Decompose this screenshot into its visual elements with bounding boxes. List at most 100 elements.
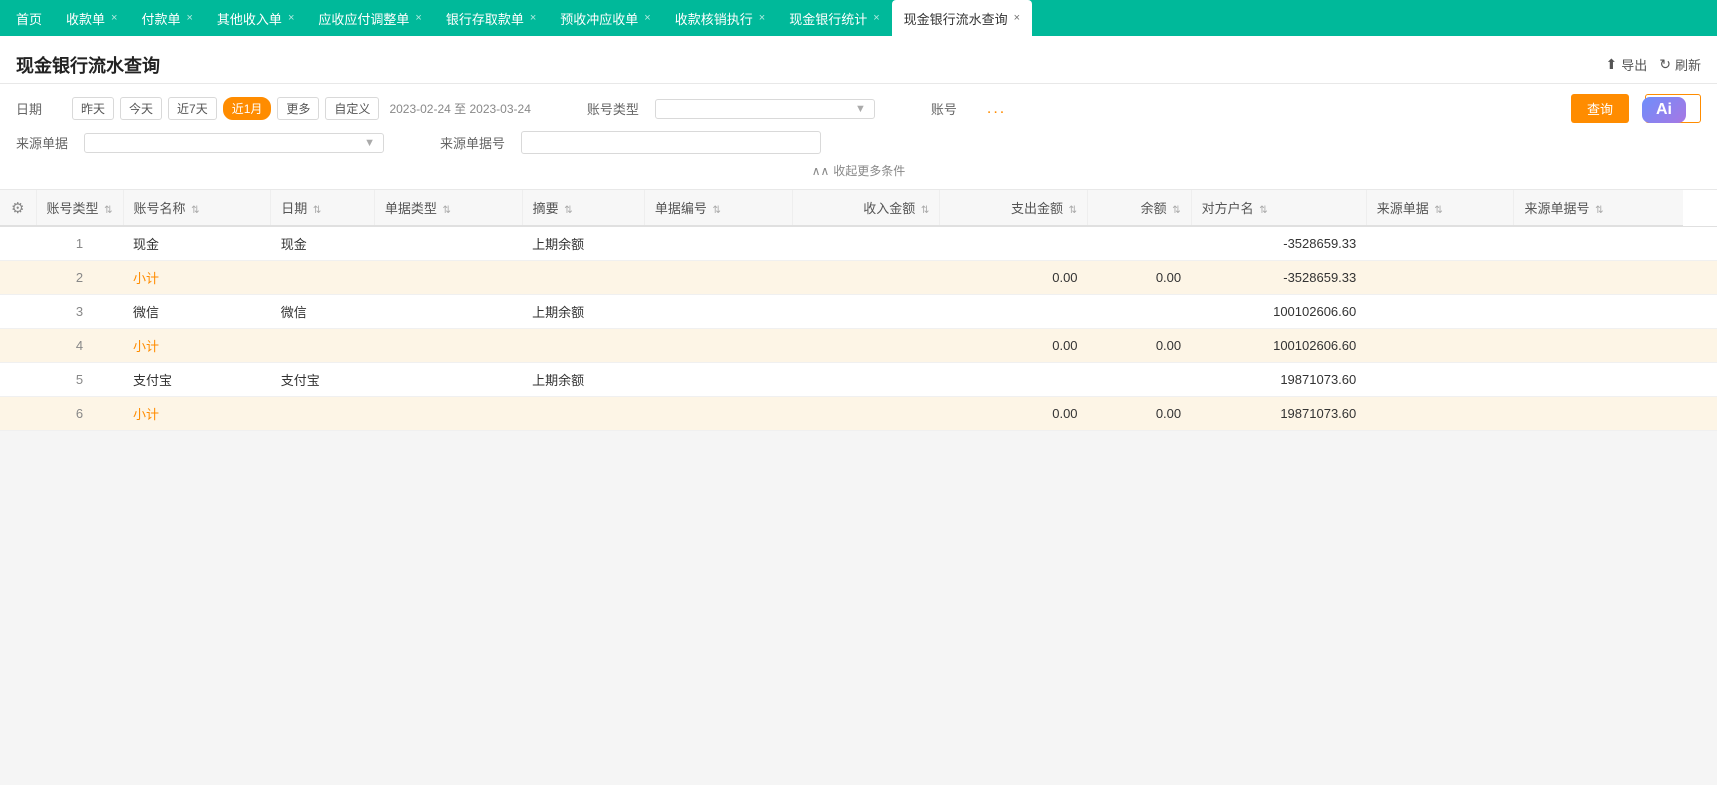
collapse-bar[interactable]: ∧∧ 收起更多条件 <box>16 162 1701 179</box>
row-counterpart <box>1366 261 1514 295</box>
row-account-name: 支付宝 <box>271 363 375 397</box>
row-account-type: 小计 <box>123 329 271 363</box>
nav-home[interactable]: 首页 <box>4 9 54 28</box>
export-button[interactable]: ⬆ 导出 <box>1606 55 1648 74</box>
row-source-doc <box>1514 363 1683 397</box>
date-btn-custom[interactable]: 自定义 <box>325 97 379 120</box>
row-source-doc-no <box>1683 261 1717 295</box>
th-doc-type[interactable]: 单据类型 ⇅ <box>374 190 522 226</box>
row-summary <box>644 295 792 329</box>
row-balance: 100102606.60 <box>1191 295 1366 329</box>
row-source-doc-no <box>1683 329 1717 363</box>
row-doc-type: 上期余额 <box>522 226 644 261</box>
row-summary <box>644 363 792 397</box>
nav-tab-4[interactable]: 银行存取款单 × <box>434 0 548 36</box>
th-counterpart[interactable]: 对方户名 ⇅ <box>1191 190 1366 226</box>
row-account-name <box>271 397 375 431</box>
nav-tab-3[interactable]: 应收应付调整单 × <box>306 0 433 36</box>
date-btn-today[interactable]: 今天 <box>120 97 162 120</box>
row-summary <box>644 329 792 363</box>
row-income: 0.00 <box>940 329 1088 363</box>
row-balance: 19871073.60 <box>1191 397 1366 431</box>
row-doc-no <box>792 363 940 397</box>
close-icon-6[interactable]: × <box>759 12 765 24</box>
ai-badge[interactable]: Ai <box>1642 97 1686 123</box>
table-row: 2小计0.000.00-3528659.33 <box>0 261 1717 295</box>
date-btn-7days[interactable]: 近7天 <box>168 97 217 120</box>
row-counterpart <box>1366 329 1514 363</box>
query-button[interactable]: 查询 <box>1571 94 1629 123</box>
close-icon-3[interactable]: × <box>415 12 421 24</box>
sort-icon-9: ⇅ <box>1172 205 1180 216</box>
close-icon-7[interactable]: × <box>873 12 879 24</box>
row-balance: -3528659.33 <box>1191 261 1366 295</box>
row-source-doc <box>1514 397 1683 431</box>
row-summary <box>644 397 792 431</box>
sort-icon-11: ⇅ <box>1434 205 1442 216</box>
row-gear-cell <box>0 363 36 397</box>
chevron-down-icon-2: ▼ <box>364 137 375 149</box>
row-source-doc-no <box>1683 397 1717 431</box>
nav-tab-8[interactable]: 现金银行流水查询 × <box>892 0 1032 36</box>
nav-tab-1[interactable]: 付款单 × <box>129 0 204 36</box>
nav-tab-6[interactable]: 收款核销执行 × <box>663 0 777 36</box>
row-doc-no <box>792 295 940 329</box>
date-btn-1month[interactable]: 近1月 <box>223 97 272 120</box>
table-row: 6小计0.000.0019871073.60 <box>0 397 1717 431</box>
row-doc-type <box>522 397 644 431</box>
table-container: ⚙ 账号类型 ⇅ 账号名称 ⇅ 日期 ⇅ 单据类型 ⇅ <box>0 190 1717 431</box>
sort-icon-8: ⇅ <box>1069 205 1077 216</box>
sort-icon-6: ⇅ <box>712 205 720 216</box>
close-icon-1[interactable]: × <box>186 12 192 24</box>
row-doc-no <box>792 226 940 261</box>
date-btn-more[interactable]: 更多 <box>277 97 319 120</box>
sort-icon-2: ⇅ <box>191 205 199 216</box>
row-summary <box>644 261 792 295</box>
close-icon-5[interactable]: × <box>644 12 650 24</box>
close-icon-0[interactable]: × <box>111 12 117 24</box>
nav-tab-5[interactable]: 预收冲应收单 × <box>548 0 662 36</box>
gear-icon[interactable]: ⚙ <box>11 200 24 217</box>
th-summary[interactable]: 摘要 ⇅ <box>522 190 644 226</box>
row-gear-cell <box>0 397 36 431</box>
source-doc-num-input[interactable] <box>521 131 821 154</box>
th-date[interactable]: 日期 ⇅ <box>271 190 375 226</box>
th-expense[interactable]: 支出金额 ⇅ <box>940 190 1088 226</box>
table-body: 1现金现金上期余额-3528659.332小计0.000.00-3528659.… <box>0 226 1717 431</box>
refresh-button[interactable]: ↻ 刷新 <box>1659 55 1701 74</box>
th-account-name[interactable]: 账号名称 ⇅ <box>123 190 271 226</box>
filter-row-1: 日期 昨天 今天 近7天 近1月 更多 自定义 2023-02-24 至 202… <box>16 94 1701 123</box>
th-source-doc-no[interactable]: 来源单据号 ⇅ <box>1514 190 1683 226</box>
th-account-type[interactable]: 账号类型 ⇅ <box>36 190 123 226</box>
th-settings: ⚙ <box>0 190 36 226</box>
th-income[interactable]: 收入金额 ⇅ <box>792 190 940 226</box>
th-source-doc[interactable]: 来源单据 ⇅ <box>1366 190 1514 226</box>
row-balance: 19871073.60 <box>1191 363 1366 397</box>
account-dots-button[interactable]: ... <box>987 100 1006 118</box>
th-balance[interactable]: 余额 ⇅ <box>1088 190 1192 226</box>
row-expense: 0.00 <box>1088 397 1192 431</box>
nav-tab-7[interactable]: 现金银行统计 × <box>777 0 891 36</box>
date-label: 日期 <box>16 99 56 118</box>
row-account-name: 现金 <box>271 226 375 261</box>
sort-icon-10: ⇅ <box>1259 205 1267 216</box>
row-number: 4 <box>36 329 123 363</box>
close-icon-2[interactable]: × <box>288 12 294 24</box>
sort-icon-1: ⇅ <box>104 205 112 216</box>
date-btn-yesterday[interactable]: 昨天 <box>72 97 114 120</box>
date-buttons: 昨天 今天 近7天 近1月 更多 自定义 2023-02-24 至 2023-0… <box>72 97 531 120</box>
header-actions: ⬆ 导出 ↻ 刷新 <box>1606 55 1702 74</box>
nav-tab-2[interactable]: 其他收入单 × <box>205 0 306 36</box>
source-doc-select[interactable]: ▼ <box>84 133 384 153</box>
row-doc-type: 上期余额 <box>522 295 644 329</box>
row-account-type: 微信 <box>123 295 271 329</box>
close-icon-4[interactable]: × <box>530 12 536 24</box>
row-doc-no <box>792 261 940 295</box>
th-doc-no[interactable]: 单据编号 ⇅ <box>644 190 792 226</box>
nav-tab-0[interactable]: 收款单 × <box>54 0 129 36</box>
row-doc-no <box>792 329 940 363</box>
row-counterpart <box>1366 226 1514 261</box>
close-icon-8[interactable]: × <box>1014 12 1020 24</box>
account-type-select[interactable]: ▼ <box>655 99 875 119</box>
row-doc-type: 上期余额 <box>522 363 644 397</box>
